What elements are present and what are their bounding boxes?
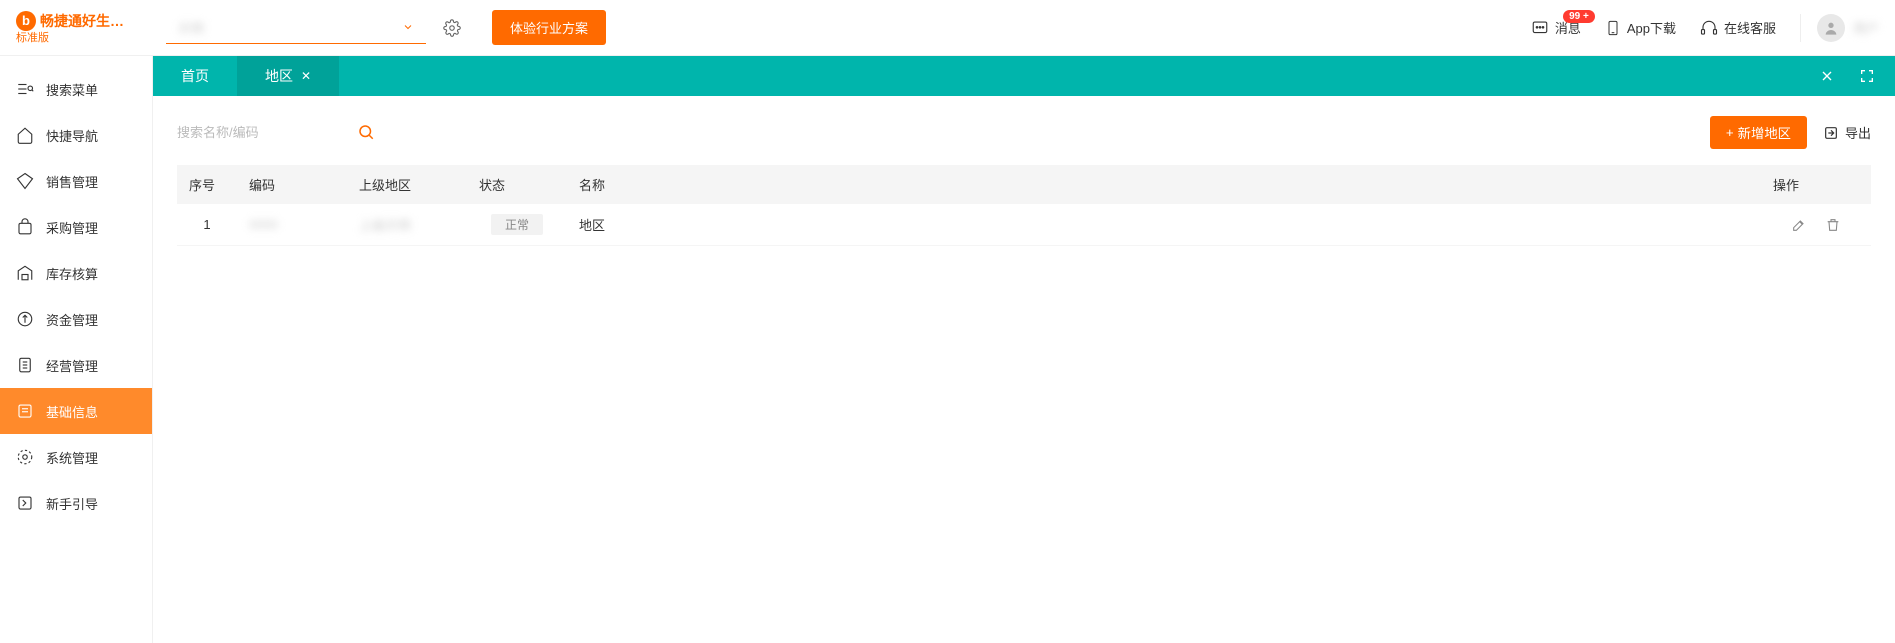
app-download-label: App下载 [1627, 18, 1676, 37]
warehouse-icon [16, 264, 34, 282]
username-blurred: 用户 [1853, 18, 1879, 37]
sidebar-item-label: 库存核算 [46, 264, 98, 283]
sidebar-item-label: 搜索菜单 [46, 80, 98, 99]
status-badge: 正常 [491, 214, 543, 235]
close-icon[interactable]: ✕ [301, 69, 311, 83]
sidebar-item-purchase[interactable]: 采购管理 [0, 204, 152, 250]
home-icon [16, 126, 34, 144]
sidebar-item-funds[interactable]: 资金管理 [0, 296, 152, 342]
sidebar-item-guide[interactable]: 新手引导 [0, 480, 152, 526]
sidebar-item-sales[interactable]: 销售管理 [0, 158, 152, 204]
tab-home[interactable]: 首页 [153, 56, 237, 96]
tab-bar: 首页 地区 ✕ [153, 56, 1895, 96]
chevron-down-icon [402, 21, 414, 33]
sidebar-item-system[interactable]: 系统管理 [0, 434, 152, 480]
app-logo: b 畅捷通好生… 标准版 [16, 11, 146, 45]
sidebar-item-label: 基础信息 [46, 402, 98, 421]
cell-name: 地区 [567, 204, 1761, 246]
export-label: 导出 [1845, 123, 1871, 142]
col-seq: 序号 [177, 165, 237, 204]
tab-label: 地区 [265, 66, 293, 86]
tab-region[interactable]: 地区 ✕ [237, 56, 339, 96]
cell-seq: 1 [177, 204, 237, 246]
search-input[interactable] [177, 119, 357, 146]
fullscreen-icon [1859, 68, 1875, 84]
sidebar: 搜索菜单 快捷导航 销售管理 采购管理 库存核算 资金管理 经营管理 基础信息 [0, 56, 153, 643]
export-icon [1823, 125, 1839, 141]
sidebar-item-label: 销售管理 [46, 172, 98, 191]
close-all-tabs-button[interactable] [1813, 62, 1841, 90]
messages-badge: 99 + [1563, 10, 1595, 23]
col-status: 状态 [467, 165, 567, 204]
search-icon[interactable] [357, 123, 375, 141]
sidebar-item-label: 系统管理 [46, 448, 98, 467]
messages-link[interactable]: 消息 99 + [1531, 18, 1581, 37]
logo-subtitle: 标准版 [16, 29, 49, 45]
info-icon [16, 402, 34, 420]
online-service-label: 在线客服 [1724, 18, 1776, 37]
col-parent: 上级地区 [347, 165, 467, 204]
sidebar-item-label: 采购管理 [46, 218, 98, 237]
logo-text: 畅捷通好生… [40, 11, 124, 31]
org-name-blurred: 示例 [178, 18, 204, 37]
search-menu-icon [16, 80, 34, 98]
col-code: 编码 [237, 165, 347, 204]
cell-code: 0000 [237, 204, 347, 246]
fullscreen-button[interactable] [1853, 62, 1881, 90]
cell-status: 正常 [467, 204, 567, 246]
edit-button[interactable] [1791, 217, 1807, 233]
gear-icon [443, 19, 461, 37]
search-field-wrap [177, 119, 387, 147]
sidebar-item-inventory[interactable]: 库存核算 [0, 250, 152, 296]
sidebar-item-label: 快捷导航 [46, 126, 98, 145]
delete-button[interactable] [1825, 217, 1841, 233]
promo-button[interactable]: 体验行业方案 [492, 10, 606, 45]
chat-icon [1531, 19, 1549, 37]
export-button[interactable]: 导出 [1823, 123, 1871, 142]
table-row: 1 0000 上级示例 正常 地区 [177, 204, 1871, 246]
sidebar-item-quick-nav[interactable]: 快捷导航 [0, 112, 152, 158]
cell-parent: 上级示例 [347, 204, 467, 246]
diamond-icon [16, 172, 34, 190]
user-icon [1823, 20, 1839, 36]
sidebar-item-search-menu[interactable]: 搜索菜单 [0, 66, 152, 112]
user-menu[interactable]: 用户 [1800, 14, 1879, 42]
system-icon [16, 448, 34, 466]
region-table: 序号 编码 上级地区 状态 名称 操作 1 0000 上级示例 正常 [177, 165, 1871, 246]
org-selector[interactable]: 示例 [166, 12, 426, 44]
edit-icon [1791, 217, 1807, 233]
col-actions: 操作 [1761, 165, 1871, 204]
logo-icon: b [16, 11, 36, 31]
clipboard-icon [16, 356, 34, 374]
sidebar-item-label: 新手引导 [46, 494, 98, 513]
mobile-icon [1605, 19, 1621, 37]
sidebar-item-label: 资金管理 [46, 310, 98, 329]
app-download-link[interactable]: App下载 [1605, 18, 1676, 37]
headset-icon [1700, 19, 1718, 37]
guide-icon [16, 494, 34, 512]
col-name: 名称 [567, 165, 1761, 204]
add-button-label: 新增地区 [1738, 123, 1791, 142]
x-icon [1819, 68, 1835, 84]
plus-icon: + [1726, 125, 1734, 140]
avatar [1817, 14, 1845, 42]
settings-button[interactable] [436, 12, 468, 44]
wallet-icon [16, 310, 34, 328]
online-service-link[interactable]: 在线客服 [1700, 18, 1776, 37]
sidebar-item-operation[interactable]: 经营管理 [0, 342, 152, 388]
sidebar-item-basic-info[interactable]: 基础信息 [0, 388, 152, 434]
trash-icon [1825, 217, 1841, 233]
sidebar-item-label: 经营管理 [46, 356, 98, 375]
tab-label: 首页 [181, 66, 209, 86]
bag-icon [16, 218, 34, 236]
add-region-button[interactable]: + 新增地区 [1710, 116, 1807, 149]
